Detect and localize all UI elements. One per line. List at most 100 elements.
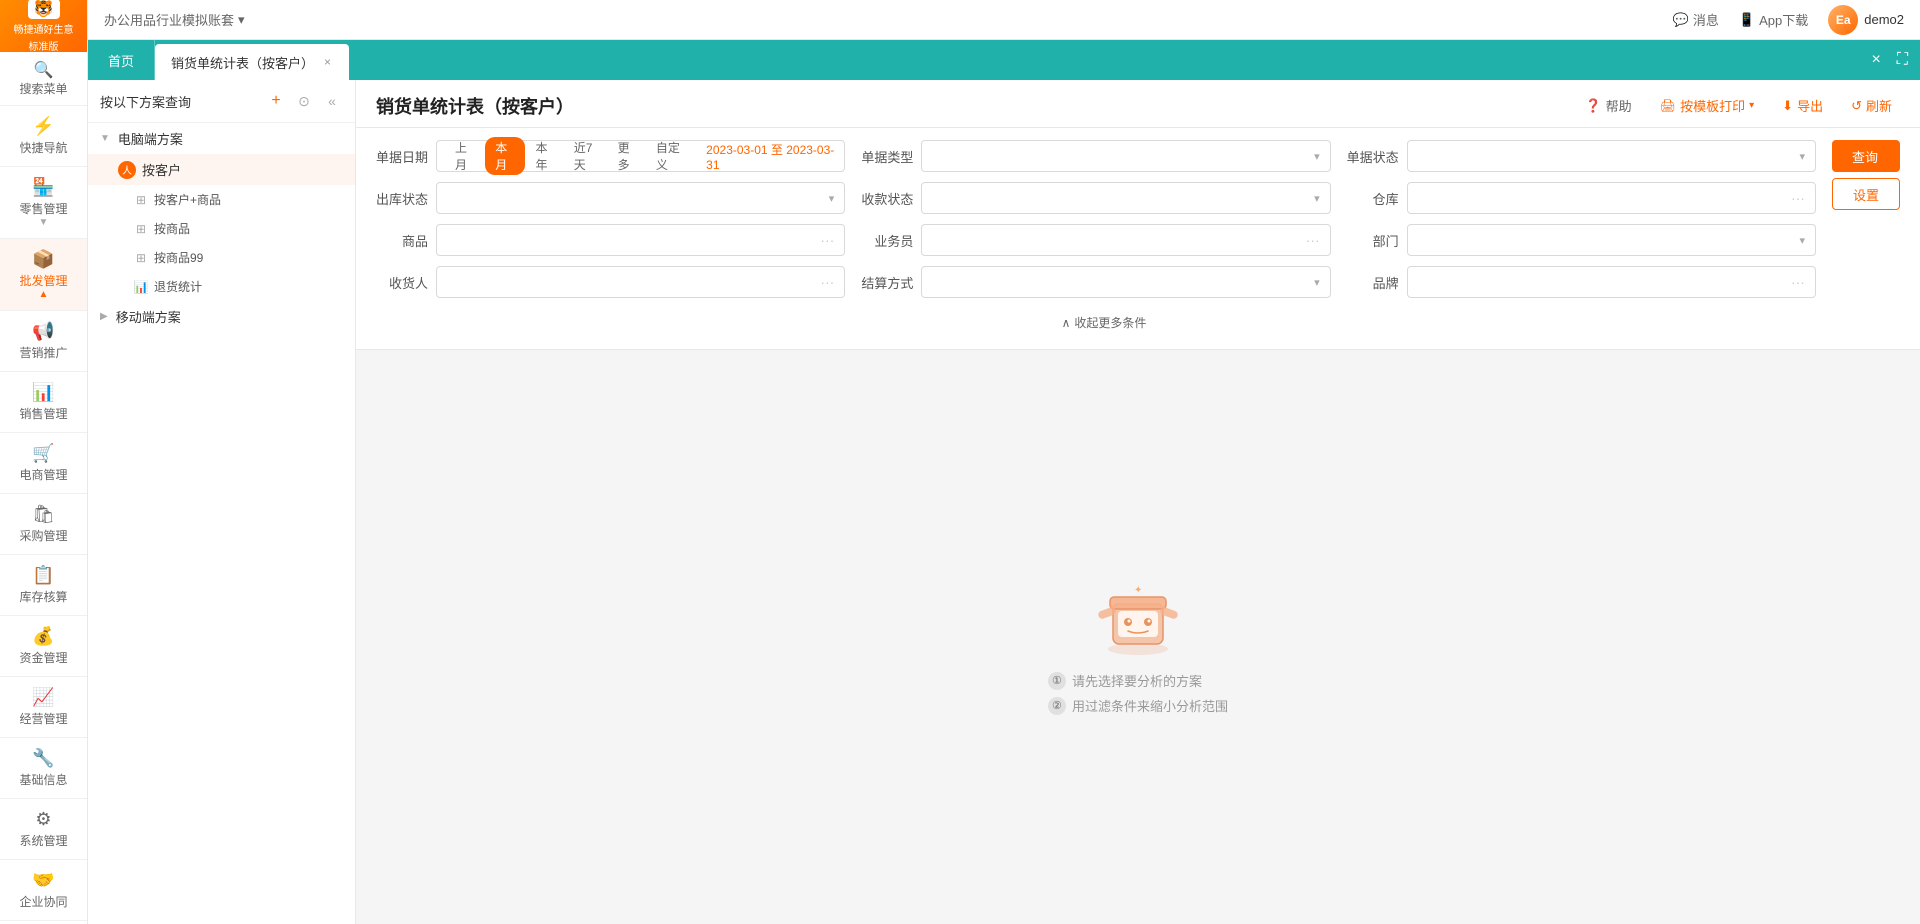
date-range-value: 2023-03-01 至 2023-03-31 xyxy=(706,141,834,172)
date-tab-thisyear[interactable]: 本年 xyxy=(527,137,563,175)
settlement-filter[interactable]: ▾ xyxy=(921,266,1330,298)
sidebar-item-cooperation[interactable]: 🤝 企业协同 xyxy=(0,860,87,921)
sidebar-logo[interactable]: 🐯 畅捷通好生意 标准版 xyxy=(0,0,88,52)
receiver-label: 收货人 xyxy=(376,273,436,292)
outstatus-filter-cell: 出库状态 ▾ xyxy=(376,182,861,214)
salesman-filter-cell: 业务员 ··· xyxy=(861,224,1346,256)
brand-dots[interactable]: ··· xyxy=(1791,274,1805,290)
right-panel: 销货单统计表（按客户） ❓ 帮助 🖨 按模板打印 ▾ ⬇ 导出 xyxy=(356,80,1920,924)
department-filter-cell: 部门 ▾ xyxy=(1347,224,1832,256)
logo-text: 畅捷通好生意 xyxy=(14,21,74,36)
goods-dots[interactable]: ··· xyxy=(820,232,834,248)
settlement-filter-cell: 结算方式 ▾ xyxy=(861,266,1346,298)
sidebar-item-sales[interactable]: 📊 销售管理 xyxy=(0,372,87,433)
svg-text:✦: ✦ xyxy=(1134,585,1142,596)
add-scheme-btn[interactable]: + xyxy=(265,90,287,112)
refresh-btn[interactable]: ↺ 刷新 xyxy=(1843,92,1900,119)
tree-item-return-stats[interactable]: 📊 退货统计 xyxy=(88,272,355,301)
receiver-dots[interactable]: ··· xyxy=(820,274,834,290)
date-tab-7days[interactable]: 近7天 xyxy=(566,137,608,175)
filter-fields: 单据日期 上月 本月 本年 近7天 更多 自定义 xyxy=(376,140,1832,337)
sidebar-item-finance[interactable]: 💰 资金管理 xyxy=(0,616,87,677)
help-btn[interactable]: ❓ 帮助 xyxy=(1577,92,1639,119)
outstatus-filter[interactable]: ▾ xyxy=(436,182,845,214)
collapse-icon: ∧ xyxy=(1062,316,1071,330)
account-selector[interactable]: 办公用品行业模拟账套 ▾ xyxy=(104,10,245,29)
export-label: 导出 xyxy=(1797,96,1823,115)
tree-group-desktop[interactable]: ▼ 电脑端方案 xyxy=(88,123,355,154)
salesman-dots[interactable]: ··· xyxy=(1306,232,1320,248)
salesman-filter[interactable]: ··· xyxy=(921,224,1330,256)
date-label: 单据日期 xyxy=(376,147,436,166)
docstatus-filter-cell: 单据状态 ▾ xyxy=(1347,140,1832,172)
wholesale-arrow: ▲ xyxy=(39,289,49,300)
sidebar-item-quicknav[interactable]: ⚡ 快捷导航 xyxy=(0,106,87,167)
date-tab-more[interactable]: 更多 xyxy=(610,137,646,175)
sidebar-item-operation[interactable]: 📈 经营管理 xyxy=(0,677,87,738)
filter-row-4: 收货人 ··· 结算方式 ▾ xyxy=(376,266,1832,298)
goods-filter[interactable]: ··· xyxy=(436,224,845,256)
tab-active-statistics[interactable]: 销货单统计表（按客户） × xyxy=(155,44,349,80)
sidebar-item-inventory[interactable]: 📋 库存核算 xyxy=(0,555,87,616)
empty-illustration: ✦ ✦ ✦ xyxy=(1088,559,1188,659)
date-tab-custom[interactable]: 自定义 xyxy=(648,137,694,175)
home-label: 首页 xyxy=(108,51,134,70)
refresh-label: 刷新 xyxy=(1866,96,1892,115)
settings-scheme-btn[interactable]: ⊙ xyxy=(293,90,315,112)
tab-close-btn[interactable]: × xyxy=(322,53,333,71)
tab-bar-actions: × ⛶ xyxy=(1867,40,1920,80)
query-button[interactable]: 查询 xyxy=(1832,140,1900,172)
date-tab-lastmonth[interactable]: 上月 xyxy=(447,137,483,175)
settings-button[interactable]: 设置 xyxy=(1832,178,1900,210)
app-download-action[interactable]: 📱 App下载 xyxy=(1739,10,1808,29)
tab-home[interactable]: 首页 xyxy=(88,40,155,80)
svg-text:✦: ✦ xyxy=(1162,596,1167,603)
tab-bar: 首页 销货单统计表（按客户） × × ⛶ xyxy=(88,40,1920,80)
empty-state: ✦ ✦ ✦ ① 请先选择要分析的方案 ② 用过滤条件来缩小分析范围 xyxy=(356,350,1920,924)
tree-group-mobile[interactable]: ▶ 移动端方案 xyxy=(88,301,355,332)
receiptstatus-filter[interactable]: ▾ xyxy=(921,182,1330,214)
collapse-filters-btn[interactable]: ∧ 收起更多条件 xyxy=(376,308,1832,337)
settlement-label: 结算方式 xyxy=(861,273,921,292)
receiver-filter[interactable]: ··· xyxy=(436,266,845,298)
warehouse-filter[interactable]: ··· xyxy=(1407,182,1816,214)
search-label: 搜索菜单 xyxy=(6,80,81,97)
tree-item-by-goods[interactable]: ⊞ 按商品 xyxy=(88,214,355,243)
department-filter[interactable]: ▾ xyxy=(1407,224,1816,256)
docstatus-label: 单据状态 xyxy=(1347,147,1407,166)
doctype-filter[interactable]: ▾ xyxy=(921,140,1330,172)
warehouse-dots[interactable]: ··· xyxy=(1791,190,1805,206)
export-icon: ⬇ xyxy=(1782,98,1793,114)
docstatus-filter[interactable]: ▾ xyxy=(1407,140,1816,172)
sidebar-item-wholesale[interactable]: 📦 批发管理 ▲ xyxy=(0,239,87,311)
date-filter[interactable]: 上月 本月 本年 近7天 更多 自定义 2023-03-01 至 2023-03… xyxy=(436,140,845,172)
sidebar-item-basic[interactable]: 🔧 基础信息 xyxy=(0,738,87,799)
sidebar-item-search[interactable]: 🔍 搜索菜单 xyxy=(0,52,87,106)
sidebar-item-ecommerce[interactable]: 🛒 电商管理 xyxy=(0,433,87,494)
message-action[interactable]: 💬 消息 xyxy=(1673,10,1719,29)
user-section[interactable]: Ea demo2 xyxy=(1828,5,1904,35)
tip2-text: 用过滤条件来缩小分析范围 xyxy=(1072,696,1228,715)
account-name: 办公用品行业模拟账套 xyxy=(104,10,234,29)
left-panel-title: 按以下方案查询 xyxy=(100,92,191,111)
sidebar-item-purchase[interactable]: 🛍 采购管理 xyxy=(0,494,87,555)
header-right: 💬 消息 📱 App下载 Ea demo2 xyxy=(1673,5,1904,35)
tab-minimize-btn[interactable]: × xyxy=(1867,47,1884,73)
user-name: demo2 xyxy=(1864,12,1904,27)
sidebar-item-retail[interactable]: 🏪 零售管理 ▼ xyxy=(0,167,87,239)
date-tab-thismonth[interactable]: 本月 xyxy=(485,137,525,175)
sidebar-item-marketing[interactable]: 📢 营销推广 xyxy=(0,311,87,372)
receiver-filter-cell: 收货人 ··· xyxy=(376,266,861,298)
tab-maximize-btn[interactable]: ⛶ xyxy=(1893,47,1912,73)
empty-tip-1: ① 请先选择要分析的方案 xyxy=(1048,671,1228,690)
sales-label: 销售管理 xyxy=(19,405,67,422)
print-btn[interactable]: 🖨 按模板打印 ▾ xyxy=(1652,92,1763,119)
sidebar-item-system[interactable]: ⚙ 系统管理 xyxy=(0,799,87,860)
collapse-panel-btn[interactable]: « xyxy=(321,90,343,112)
tree-item-by-goods99[interactable]: ⊞ 按商品99 xyxy=(88,243,355,272)
tree-item-by-customer-goods[interactable]: ⊞ 按客户+商品 xyxy=(88,185,355,214)
tree-item-by-customer[interactable]: 人 按客户 xyxy=(88,154,355,185)
export-btn[interactable]: ⬇ 导出 xyxy=(1774,92,1831,119)
brand-filter[interactable]: ··· xyxy=(1407,266,1816,298)
user-avatar[interactable]: Ea xyxy=(1828,5,1858,35)
